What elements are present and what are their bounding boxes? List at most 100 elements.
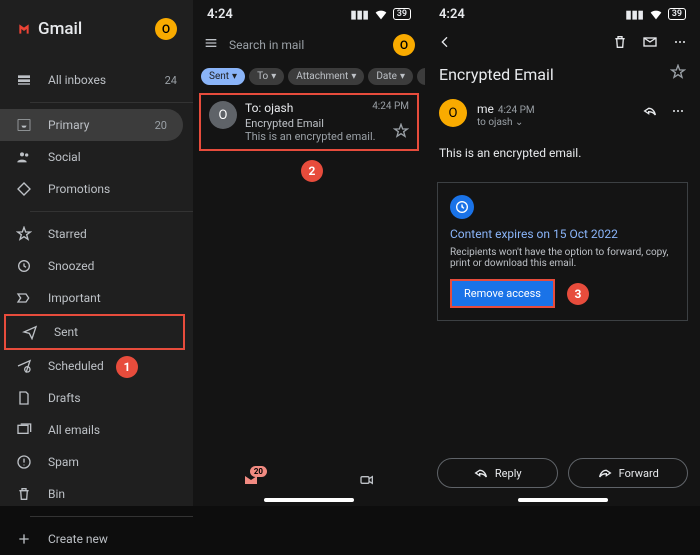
status-icons: ▮▮▮ 39	[626, 6, 686, 22]
message-snippet: This is an encrypted email.	[245, 130, 409, 143]
sender-avatar: O	[209, 101, 237, 129]
mail-tab[interactable]: 20	[243, 472, 259, 492]
nav-label: Scheduled	[48, 359, 104, 373]
forward-icon	[597, 465, 613, 481]
reply-icon[interactable]	[642, 103, 658, 123]
sender-avatar: O	[439, 99, 467, 127]
important-icon	[16, 290, 32, 306]
remove-access-button[interactable]: Remove access	[450, 279, 555, 308]
chip-sent[interactable]: Sent ▾	[201, 68, 245, 85]
sender-row: O me 4:24 PM to ojash ⌄	[425, 94, 700, 132]
chevron-down-icon: ▾	[271, 71, 276, 82]
bin-icon	[16, 486, 32, 502]
email-body: This is an encrypted email.	[425, 132, 700, 174]
back-button[interactable]	[437, 34, 453, 54]
wifi-icon	[648, 6, 664, 22]
spam-icon	[16, 454, 32, 470]
hamburger-icon[interactable]	[203, 35, 219, 55]
nav-spam[interactable]: Spam	[0, 446, 193, 478]
confidential-desc: Recipients won't have the option to forw…	[450, 247, 675, 269]
meet-tab[interactable]	[359, 472, 375, 492]
forward-label: Forward	[619, 467, 659, 480]
message-item[interactable]: O To: ojash 4:24 PM Encrypted Email This…	[199, 93, 419, 151]
nav-create-new[interactable]: Create new	[0, 523, 193, 555]
search-bar[interactable]: Search in mail O	[193, 28, 425, 62]
nav-starred[interactable]: Starred	[0, 218, 193, 250]
mail-button[interactable]	[642, 34, 658, 54]
nav-label: Snoozed	[48, 259, 94, 273]
status-time: 4:24	[207, 7, 233, 22]
nav-promotions[interactable]: Promotions	[0, 173, 193, 205]
nav-snoozed[interactable]: Snoozed	[0, 250, 193, 282]
signal-icon: ▮▮▮	[626, 8, 644, 21]
nav-all-emails[interactable]: All emails	[0, 414, 193, 446]
chevron-down-icon: ▾	[400, 71, 405, 82]
nav-label: All emails	[48, 423, 100, 437]
star-button[interactable]	[670, 64, 686, 84]
chip-isu[interactable]: Is u	[417, 68, 425, 85]
nav-bin[interactable]: Bin	[0, 478, 193, 510]
app-name: Gmail	[38, 19, 82, 39]
nav-primary[interactable]: Primary 20	[0, 109, 183, 141]
sender-time: 4:24 PM	[498, 105, 535, 116]
confidential-clock-icon	[450, 195, 474, 219]
sent-icon	[22, 324, 38, 340]
bottom-nav: 20	[193, 464, 425, 498]
more-icon[interactable]	[670, 103, 686, 123]
star-icon[interactable]	[393, 123, 409, 143]
reply-label: Reply	[495, 467, 522, 480]
reply-button[interactable]: Reply	[437, 458, 558, 488]
nav-important[interactable]: Important	[0, 282, 193, 314]
home-indicator	[264, 498, 354, 502]
account-avatar[interactable]: O	[155, 18, 177, 40]
plus-icon	[16, 531, 32, 547]
nav-label: Create new	[48, 532, 108, 546]
delete-button[interactable]	[612, 34, 628, 54]
message-time: 4:24 PM	[372, 101, 409, 115]
gmail-logo: Gmail O	[0, 18, 193, 64]
callout-2: 2	[301, 160, 323, 182]
filter-chips: Sent ▾ To ▾ Attachment ▾ Date ▾ Is u	[193, 62, 425, 91]
all-inboxes-icon	[16, 72, 32, 88]
gmail-sidebar: Gmail O All inboxes 24 Primary 20 Social…	[0, 0, 193, 506]
chevron-down-icon: ▾	[232, 71, 237, 82]
gmail-icon	[16, 21, 32, 37]
drafts-icon	[16, 390, 32, 406]
nav-sent[interactable]: Sent	[6, 316, 183, 348]
nav-label: Starred	[48, 227, 87, 241]
profile-avatar[interactable]: O	[393, 34, 415, 56]
chip-date[interactable]: Date ▾	[368, 68, 413, 85]
message-to: To: ojash	[245, 101, 293, 115]
chip-to[interactable]: To ▾	[249, 68, 284, 85]
video-icon	[359, 472, 375, 488]
nav-label: Important	[48, 291, 101, 305]
message-subject: Encrypted Email	[245, 117, 409, 130]
nav-label: Bin	[48, 487, 65, 501]
status-time: 4:24	[439, 7, 465, 22]
battery-icon: 39	[668, 8, 686, 20]
forward-button[interactable]: Forward	[568, 458, 689, 488]
more-button[interactable]	[672, 34, 688, 54]
nav-label: Primary	[48, 118, 89, 132]
nav-social[interactable]: Social	[0, 141, 193, 173]
email-title-row: Encrypted Email	[425, 60, 700, 94]
home-indicator	[518, 498, 608, 502]
wifi-icon	[373, 6, 389, 22]
confidential-box: Content expires on 15 Oct 2022 Recipient…	[437, 182, 688, 321]
battery-icon: 39	[393, 8, 411, 20]
callout-3: 3	[567, 283, 589, 305]
nav-label: Spam	[48, 455, 79, 469]
chip-attachment[interactable]: Attachment ▾	[288, 68, 364, 85]
nav-label: Promotions	[48, 182, 110, 196]
signal-icon: ▮▮▮	[351, 8, 369, 21]
chevron-down-icon[interactable]: ⌄	[515, 117, 523, 128]
confidential-title: Content expires on 15 Oct 2022	[450, 227, 675, 241]
nav-label: Sent	[54, 325, 78, 339]
sender-name: me	[477, 102, 494, 116]
nav-drafts[interactable]: Drafts	[0, 382, 193, 414]
nav-scheduled[interactable]: Scheduled	[0, 350, 193, 382]
nav-all-inboxes[interactable]: All inboxes 24	[0, 64, 193, 96]
detail-header	[425, 28, 700, 60]
mail-badge: 20	[250, 466, 267, 477]
nav-count: 20	[155, 119, 167, 132]
